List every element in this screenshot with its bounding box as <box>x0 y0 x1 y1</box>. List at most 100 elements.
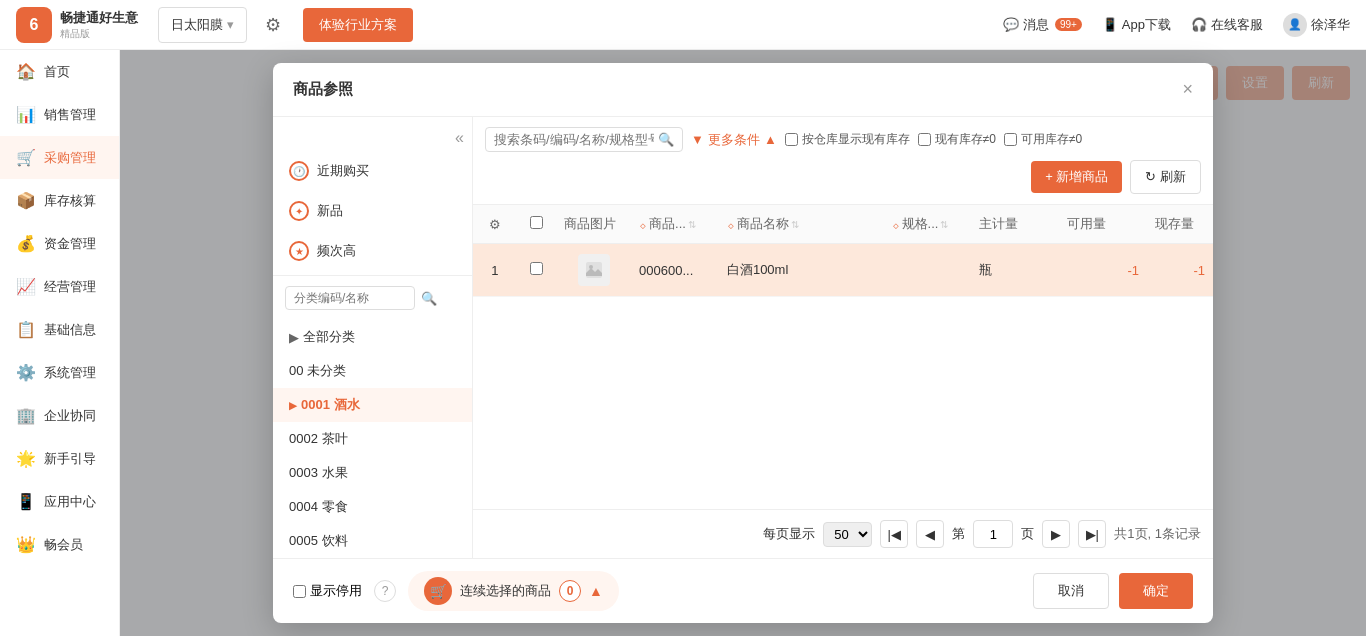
chevron-up-icon: ▲ <box>764 132 777 147</box>
product-search-box: 🔍 <box>485 127 683 152</box>
cat-arrow-all: ▶ <box>289 330 299 345</box>
cat-3[interactable]: 0003 水果 <box>273 456 472 490</box>
avatar: 👤 <box>1283 13 1307 37</box>
new-product-icon: ✦ <box>289 201 309 221</box>
inventory-icon: 📦 <box>16 191 36 210</box>
row-checkbox[interactable] <box>530 262 543 275</box>
sort-icon-name: ⬦ <box>727 217 735 232</box>
page-number-input[interactable] <box>973 520 1013 548</box>
product-search-input[interactable] <box>494 132 654 147</box>
cat-4[interactable]: 0004 零食 <box>273 490 472 524</box>
product-table: ⚙ 商品图片 <box>473 205 1213 297</box>
guide-icon: 🌟 <box>16 449 36 468</box>
modal-dialog: 商品参照 × « 🕐 近期购买 ✦ <box>273 63 1213 623</box>
sidebar-item-finance[interactable]: 💰 资金管理 <box>0 222 119 265</box>
app-download-item[interactable]: 📱 App下载 <box>1102 16 1171 34</box>
filter-more-btn[interactable]: ▼ 更多条件 ▲ <box>691 131 777 149</box>
filter-right-actions: + 新增商品 ↻ 刷新 <box>1031 160 1201 194</box>
row-spec <box>884 244 972 297</box>
sidebar-item-inventory[interactable]: 📦 库存核算 <box>0 179 119 222</box>
enterprise-icon: 🏢 <box>16 406 36 425</box>
cb-stock-ne0[interactable] <box>918 133 931 146</box>
cat-5[interactable]: 0005 饮料 <box>273 524 472 550</box>
modal-header: 商品参照 × <box>273 63 1213 117</box>
th-spec: ⬦ 规格... ⇅ <box>884 205 972 244</box>
cat-arrow-1: ▶ <box>289 400 297 411</box>
sidebar-item-home[interactable]: 🏠 首页 <box>0 50 119 93</box>
page-info: 共1页, 1条记录 <box>1114 525 1201 543</box>
message-badge: 99+ <box>1055 18 1082 31</box>
cat-all[interactable]: ▶ 全部分类 <box>273 320 472 354</box>
collapse-icon[interactable]: « <box>455 129 464 147</box>
prev-page-btn[interactable]: ◀ <box>916 520 944 548</box>
sidebar-item-sales[interactable]: 📊 销售管理 <box>0 93 119 136</box>
quick-item-new[interactable]: ✦ 新品 <box>273 191 472 231</box>
row-unit: 瓶 <box>971 244 1059 297</box>
sort-icon-spec: ⬦ <box>892 217 900 232</box>
cat-2[interactable]: 0002 茶叶 <box>273 422 472 456</box>
cb-avail-ne0[interactable] <box>1004 133 1017 146</box>
user-item[interactable]: 👤 徐泽华 <box>1283 13 1350 37</box>
sidebar-item-system[interactable]: ⚙️ 系统管理 <box>0 351 119 394</box>
quick-item-recent[interactable]: 🕐 近期购买 <box>273 151 472 191</box>
sidebar-item-app-center[interactable]: 📱 应用中心 <box>0 480 119 523</box>
row-avail: -1 <box>1059 244 1147 297</box>
sidebar-item-basic-info[interactable]: 📋 基础信息 <box>0 308 119 351</box>
message-item[interactable]: 💬 消息 99+ <box>1003 16 1082 34</box>
pagination-bar: 每页显示 50 |◀ ◀ 第 页 ▶ ▶| 共1页, 1条记录 <box>473 509 1213 558</box>
sidebar-item-member[interactable]: 👑 畅会员 <box>0 523 119 566</box>
cb-stock-ne0-label[interactable]: 现有库存≠0 <box>918 131 996 148</box>
sort-arrows-code: ⇅ <box>688 219 696 230</box>
show-disabled-label[interactable]: 显示停用 <box>293 582 362 600</box>
cb-warehouse-label[interactable]: 按仓库显示现有库存 <box>785 131 910 148</box>
th-code: ⬦ 商品... ⇅ <box>631 205 719 244</box>
row-name: 白酒100ml <box>719 244 884 297</box>
content-area: 查询 设置 刷新 商品参照 × « <box>120 50 1366 636</box>
confirm-button[interactable]: 确定 <box>1119 573 1193 609</box>
gear-icon[interactable]: ⚙ <box>255 7 291 43</box>
category-list: ▶ 全部分类 00 未分类 ▶ 0001 酒水 0002 茶 <box>273 316 472 550</box>
next-page-btn[interactable]: ▶ <box>1042 520 1070 548</box>
main-layout: 🏠 首页 📊 销售管理 🛒 采购管理 📦 库存核算 💰 资金管理 📈 经营管理 … <box>0 50 1366 636</box>
cb-avail-ne0-label[interactable]: 可用库存≠0 <box>1004 131 1082 148</box>
first-page-btn[interactable]: |◀ <box>880 520 908 548</box>
row-check[interactable] <box>517 244 557 297</box>
cancel-button[interactable]: 取消 <box>1033 573 1109 609</box>
select-all-checkbox[interactable] <box>530 216 543 229</box>
cb-warehouse[interactable] <box>785 133 798 146</box>
show-disabled-checkbox[interactable] <box>293 585 306 598</box>
page-size-select[interactable]: 50 <box>823 522 872 547</box>
member-icon: 👑 <box>16 535 36 554</box>
last-page-btn[interactable]: ▶| <box>1078 520 1106 548</box>
sidebar-item-purchase[interactable]: 🛒 采购管理 <box>0 136 119 179</box>
nav-selector[interactable]: 日太阳膜 ▾ <box>158 7 247 43</box>
help-icon[interactable]: ? <box>374 580 396 602</box>
refresh-button[interactable]: ↻ 刷新 <box>1130 160 1201 194</box>
row-image <box>556 244 631 297</box>
sidebar-item-guide[interactable]: 🌟 新手引导 <box>0 437 119 480</box>
footer-help-btn[interactable]: ? <box>374 580 396 602</box>
th-image: 商品图片 <box>556 205 631 244</box>
modal-body: « 🕐 近期购买 ✦ 新品 ★ 频次高 <box>273 117 1213 558</box>
sidebar: 🏠 首页 📊 销售管理 🛒 采购管理 📦 库存核算 💰 资金管理 📈 经营管理 … <box>0 50 120 636</box>
table-row[interactable]: 1 <box>473 244 1213 297</box>
cat-0[interactable]: 00 未分类 <box>273 354 472 388</box>
cat-1[interactable]: ▶ 0001 酒水 <box>273 388 472 422</box>
search-icon[interactable]: 🔍 <box>421 291 437 306</box>
th-unit: 主计量 <box>971 205 1059 244</box>
sidebar-item-management[interactable]: 📈 经营管理 <box>0 265 119 308</box>
try-btn[interactable]: 体验行业方案 <box>303 8 413 42</box>
sidebar-item-enterprise[interactable]: 🏢 企业协同 <box>0 394 119 437</box>
category-search-input[interactable] <box>285 286 415 310</box>
purchase-icon: 🛒 <box>16 148 36 167</box>
modal-left-panel: « 🕐 近期购买 ✦ 新品 ★ 频次高 <box>273 117 473 558</box>
product-image-placeholder <box>578 254 610 286</box>
add-product-button[interactable]: + 新增商品 <box>1031 161 1122 193</box>
th-settings[interactable]: ⚙ <box>473 205 517 244</box>
filter-icon: ▼ <box>691 132 704 147</box>
quick-item-frequent[interactable]: ★ 频次高 <box>273 231 472 271</box>
modal-close-button[interactable]: × <box>1182 79 1193 100</box>
product-search-icon[interactable]: 🔍 <box>658 132 674 147</box>
cart-collapse-btn[interactable]: ▲ <box>589 583 603 599</box>
service-item[interactable]: 🎧 在线客服 <box>1191 16 1263 34</box>
